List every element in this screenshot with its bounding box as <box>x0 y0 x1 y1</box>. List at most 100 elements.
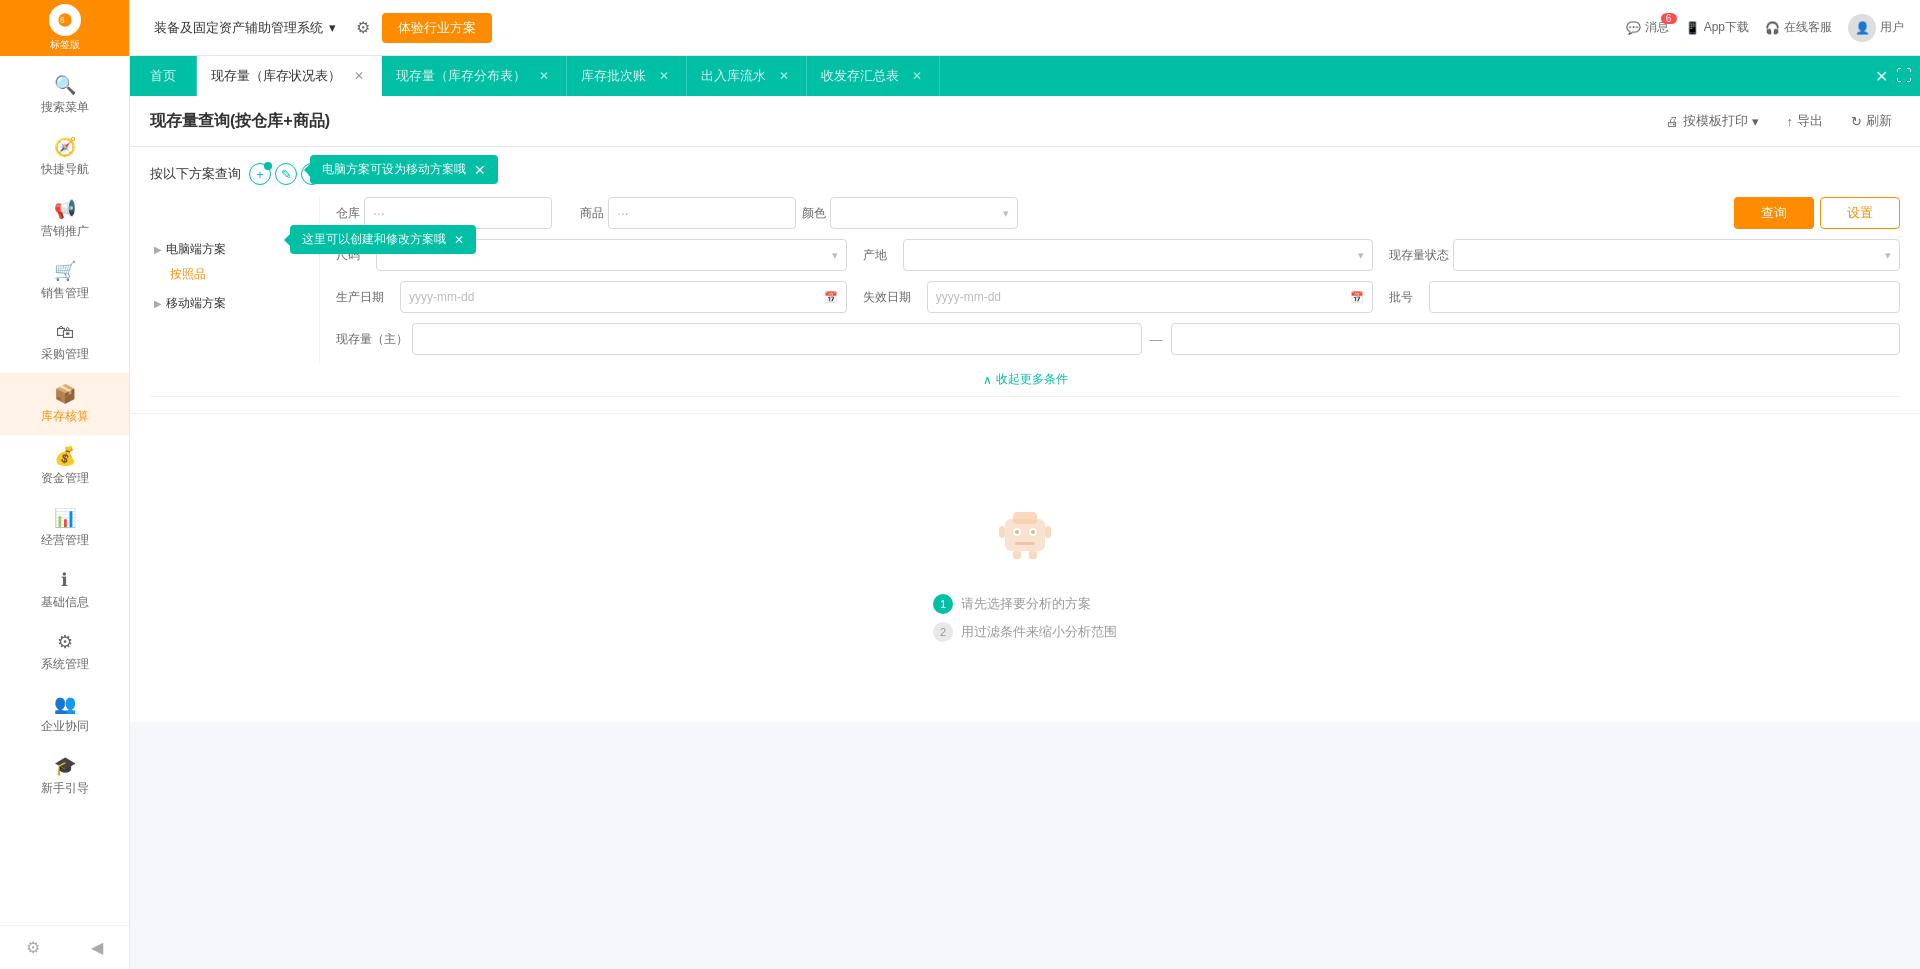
sidebar-item-enterprise[interactable]: 👥 企业协同 <box>0 683 129 745</box>
sidebar-item-management[interactable]: 📊 经营管理 <box>0 497 129 559</box>
desktop-scheme-child[interactable]: 按照品 <box>150 262 311 287</box>
filter-row-3: 生产日期 yyyy-mm-dd 📅 失效日期 yyyy-mm-dd 📅 <box>336 281 1900 313</box>
goods-input[interactable]: ··· <box>608 197 796 229</box>
expiry-date-input[interactable]: yyyy-mm-dd 📅 <box>927 281 1374 313</box>
notification-btn[interactable]: 💬 消息 6 <box>1626 19 1669 36</box>
export-btn[interactable]: ↑ 导出 <box>1779 108 1832 134</box>
search-icon: 🔍 <box>54 74 76 96</box>
print-btn[interactable]: 🖨 按模板打印 ▾ <box>1658 108 1767 134</box>
goods-field: 商品 ··· <box>580 197 796 229</box>
tab-batch[interactable]: 库存批次账 ✕ <box>567 56 687 96</box>
tab-home[interactable]: 首页 <box>130 56 197 96</box>
dot-indicator <box>264 162 272 170</box>
tab-inout[interactable]: 出入库流水 ✕ <box>687 56 807 96</box>
sidebar-item-label: 销售管理 <box>41 285 89 302</box>
expand-icon2: ▶ <box>154 298 162 309</box>
collapse-up-icon: ∧ <box>983 373 992 387</box>
money-icon: 💰 <box>54 445 76 467</box>
batch-input[interactable] <box>1429 281 1900 313</box>
tab-label: 现存量（库存状况表） <box>211 67 341 85</box>
tab-close-icon[interactable]: ✕ <box>656 68 672 84</box>
sidebar-item-label: 搜索菜单 <box>41 99 89 116</box>
stock-status-input[interactable]: ▾ <box>1453 239 1900 271</box>
filter-body: 这里可以创建和修改方案哦 ✕ ▶ 电脑端方案 按照品 ▶ 移动端方案 <box>150 197 1900 363</box>
sidebar-item-finance[interactable]: 💰 资金管理 <box>0 435 129 497</box>
color-field: 颜色 ▾ <box>802 197 1018 229</box>
tab-inventory-status[interactable]: 现存量（库存状况表） ✕ <box>197 56 382 96</box>
system-selector[interactable]: 装备及固定资产辅助管理系统 ▾ <box>146 15 344 41</box>
print-label: 按模板打印 <box>1683 112 1748 130</box>
shopping-icon: 🛍 <box>56 322 74 343</box>
online-support-btn[interactable]: 🎧 在线客服 <box>1765 19 1832 36</box>
sidebar-item-label: 采购管理 <box>41 346 89 363</box>
desktop-scheme-label: 电脑端方案 <box>166 241 226 258</box>
tab-inventory-dist[interactable]: 现存量（库存分布表） ✕ <box>382 56 567 96</box>
settings-icon: ⚙ <box>57 631 73 653</box>
warehouse-dots: ··· <box>373 205 385 221</box>
sidebar-item-guide[interactable]: 🎓 新手引导 <box>0 745 129 807</box>
tab-close-icon[interactable]: ✕ <box>909 68 925 84</box>
sidebar-item-basic[interactable]: ℹ 基础信息 <box>0 559 129 621</box>
sidebar-item-purchase[interactable]: 🛍 采购管理 <box>0 312 129 373</box>
svg-point-7 <box>1031 530 1035 534</box>
production-date-input[interactable]: yyyy-mm-dd 📅 <box>400 281 847 313</box>
guide-icon: 🎓 <box>54 755 76 777</box>
tab-close-icon[interactable]: ✕ <box>776 68 792 84</box>
scheme-child-label: 按照品 <box>170 266 206 283</box>
sidebar-item-label: 系统管理 <box>41 656 89 673</box>
sidebar-item-marketing[interactable]: 📢 营销推广 <box>0 188 129 250</box>
tab-summary[interactable]: 收发存汇总表 ✕ <box>807 56 940 96</box>
tab-close-all-icon[interactable]: ✕ <box>1875 67 1888 86</box>
reset-button[interactable]: 设置 <box>1820 197 1900 229</box>
tab-close-icon[interactable]: ✕ <box>536 68 552 84</box>
sidebar-item-label: 企业协同 <box>41 718 89 735</box>
filter-header: 按以下方案查询 + ✎ ← 电脑方案可设为移动方案哦 ✕ <box>150 163 1900 185</box>
tooltip-close-btn[interactable]: ✕ <box>474 162 486 178</box>
app-download-btn[interactable]: 📱 App下载 <box>1685 19 1749 36</box>
stock-status-label: 现存量状态 <box>1389 247 1449 264</box>
create-tooltip-close-btn[interactable]: ✕ <box>454 233 464 247</box>
filter-row-2: 尺码 ▾ 产地 ▾ <box>336 239 1900 271</box>
settings-gear-icon[interactable]: ⚙ <box>356 18 370 37</box>
tab-close-icon[interactable]: ✕ <box>351 68 367 84</box>
mobile-scheme-label: 移动端方案 <box>166 295 226 312</box>
user-menu-btn[interactable]: 👤 用户 <box>1848 14 1904 42</box>
scheme-tooltip-text: 电脑方案可设为移动方案哦 <box>322 161 466 178</box>
footer-settings-btn[interactable]: ⚙ <box>26 938 40 957</box>
trial-button[interactable]: 体验行业方案 <box>382 13 492 43</box>
chevron-down-icon: ▾ <box>1752 114 1759 129</box>
tab-label: 收发存汇总表 <box>821 67 899 85</box>
expand-icon: ▶ <box>154 244 162 255</box>
step-1-text: 请先选择要分析的方案 <box>961 595 1091 613</box>
export-icon: ↑ <box>1787 114 1794 129</box>
tab-label: 库存批次账 <box>581 67 646 85</box>
print-icon: 🖨 <box>1666 114 1679 129</box>
header-right: 💬 消息 6 📱 App下载 🎧 在线客服 👤 用户 <box>1626 14 1904 42</box>
edit-scheme-btn[interactable]: ✎ <box>275 163 297 185</box>
origin-input[interactable]: ▾ <box>903 239 1374 271</box>
add-scheme-btn[interactable]: + <box>249 163 271 185</box>
notification-badge: 6 <box>1661 13 1677 24</box>
collapse-label: 收起更多条件 <box>996 371 1068 388</box>
stock-main-to-input[interactable] <box>1171 323 1901 355</box>
scheme-tooltip: 电脑方案可设为移动方案哦 ✕ <box>310 155 498 184</box>
color-input[interactable]: ▾ <box>830 197 1018 229</box>
stock-main-from-input[interactable] <box>412 323 1142 355</box>
logo-icon: 6 <box>49 4 81 36</box>
sidebar-item-label: 新手引导 <box>41 780 89 797</box>
sidebar-item-search[interactable]: 🔍 搜索菜单 <box>0 64 129 126</box>
sidebar-item-nav[interactable]: 🧭 快捷导航 <box>0 126 129 188</box>
plus-icon: + <box>256 167 264 182</box>
sidebar-item-sales[interactable]: 🛒 销售管理 <box>0 250 129 312</box>
sidebar-item-inventory[interactable]: 📦 库存核算 <box>0 373 129 435</box>
sidebar-item-system[interactable]: ⚙ 系统管理 <box>0 621 129 683</box>
tab-expand-icon[interactable]: ⛶ <box>1896 67 1912 85</box>
mobile-scheme-node[interactable]: ▶ 移动端方案 <box>150 291 311 316</box>
refresh-btn[interactable]: ↻ 刷新 <box>1843 108 1900 134</box>
sidebar-nav: 🔍 搜索菜单 🧭 快捷导航 📢 营销推广 🛒 销售管理 🛍 采购管理 📦 库存核… <box>0 56 129 925</box>
footer-collapse-btn[interactable]: ◀ <box>91 938 103 957</box>
search-button[interactable]: 查询 <box>1734 197 1814 229</box>
sidebar-item-label: 快捷导航 <box>41 161 89 178</box>
collapse-bar[interactable]: ∧ 收起更多条件 <box>150 363 1900 397</box>
sidebar-footer: ⚙ ◀ <box>0 925 129 969</box>
